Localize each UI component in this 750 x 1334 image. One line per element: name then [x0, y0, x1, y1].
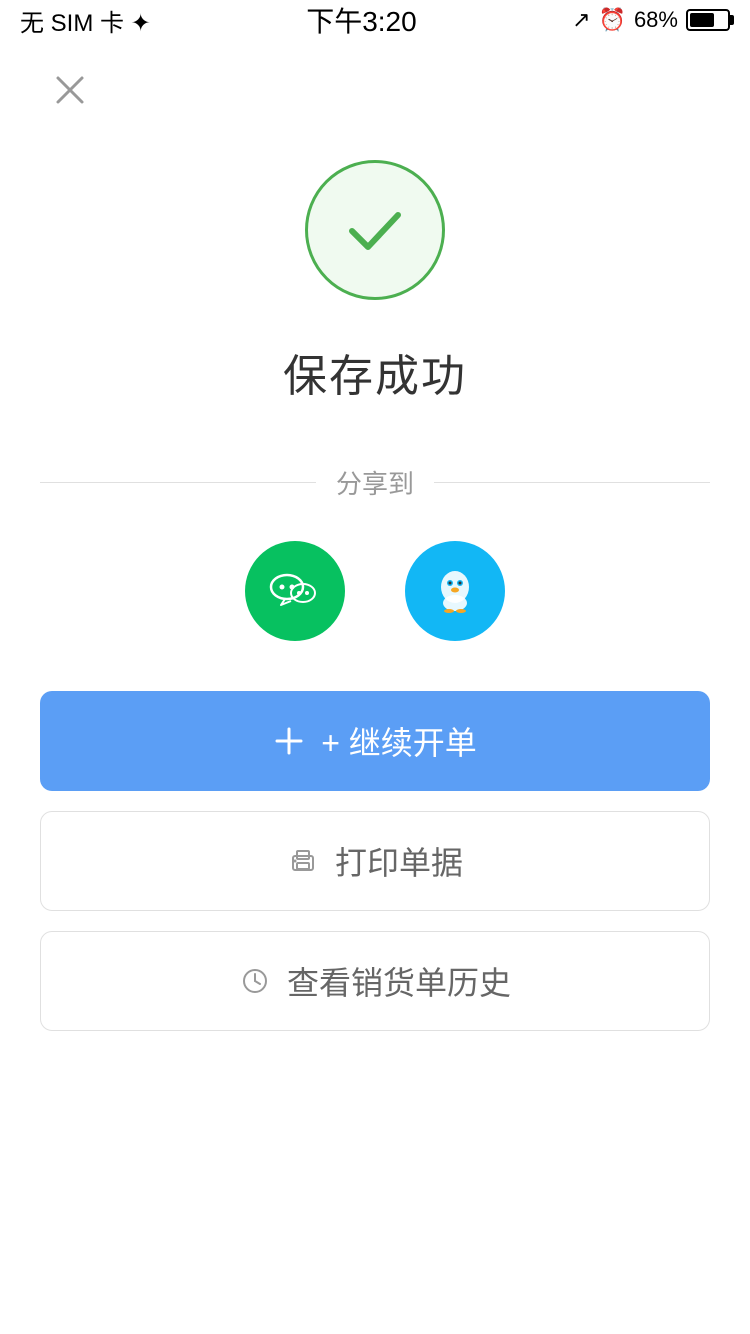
- history-label: 查看销货单历史: [287, 958, 511, 1004]
- plus-svg: [273, 725, 305, 757]
- success-section: 保存成功: [40, 160, 710, 404]
- checkmark-icon: [340, 195, 410, 265]
- status-right: ↗ ⏰ 68%: [572, 7, 730, 33]
- print-svg: [287, 845, 319, 877]
- success-circle: [305, 160, 445, 300]
- history-svg: [239, 965, 271, 997]
- share-section: 分享到: [40, 464, 710, 641]
- wechat-icon: [265, 561, 325, 621]
- main-content: 保存成功 分享到: [0, 40, 750, 1091]
- share-label: 分享到: [336, 464, 414, 501]
- status-time: 下午3:20: [306, 0, 417, 40]
- continue-label: + 继续开单: [321, 718, 477, 764]
- status-bar: 无 SIM 卡 ✦ 下午3:20 ↗ ⏰ 68%: [0, 0, 750, 40]
- qq-share-button[interactable]: [405, 541, 505, 641]
- close-icon: [52, 72, 88, 108]
- print-button[interactable]: 打印单据: [40, 811, 710, 911]
- plus-icon: [273, 725, 305, 757]
- battery-icon: [686, 9, 730, 31]
- print-label: 打印单据: [335, 838, 463, 884]
- status-left: 无 SIM 卡 ✦: [20, 3, 151, 38]
- history-button[interactable]: 查看销货单历史: [40, 931, 710, 1031]
- close-button[interactable]: [40, 60, 100, 120]
- wechat-share-button[interactable]: [245, 541, 345, 641]
- history-icon: [239, 965, 271, 997]
- qq-icon: [425, 561, 485, 621]
- location-icon: ↗: [572, 7, 590, 33]
- alarm-icon: ⏰: [599, 7, 626, 33]
- sim-label: 无 SIM 卡 ✦: [20, 3, 151, 38]
- success-title: 保存成功: [283, 340, 467, 404]
- battery-percent: 68%: [634, 7, 678, 33]
- continue-button[interactable]: + 继续开单: [40, 691, 710, 791]
- share-icons: [40, 541, 710, 641]
- share-divider: 分享到: [40, 464, 710, 501]
- print-icon: [287, 845, 319, 877]
- action-buttons: + 继续开单 打印单据 查看销: [40, 691, 710, 1031]
